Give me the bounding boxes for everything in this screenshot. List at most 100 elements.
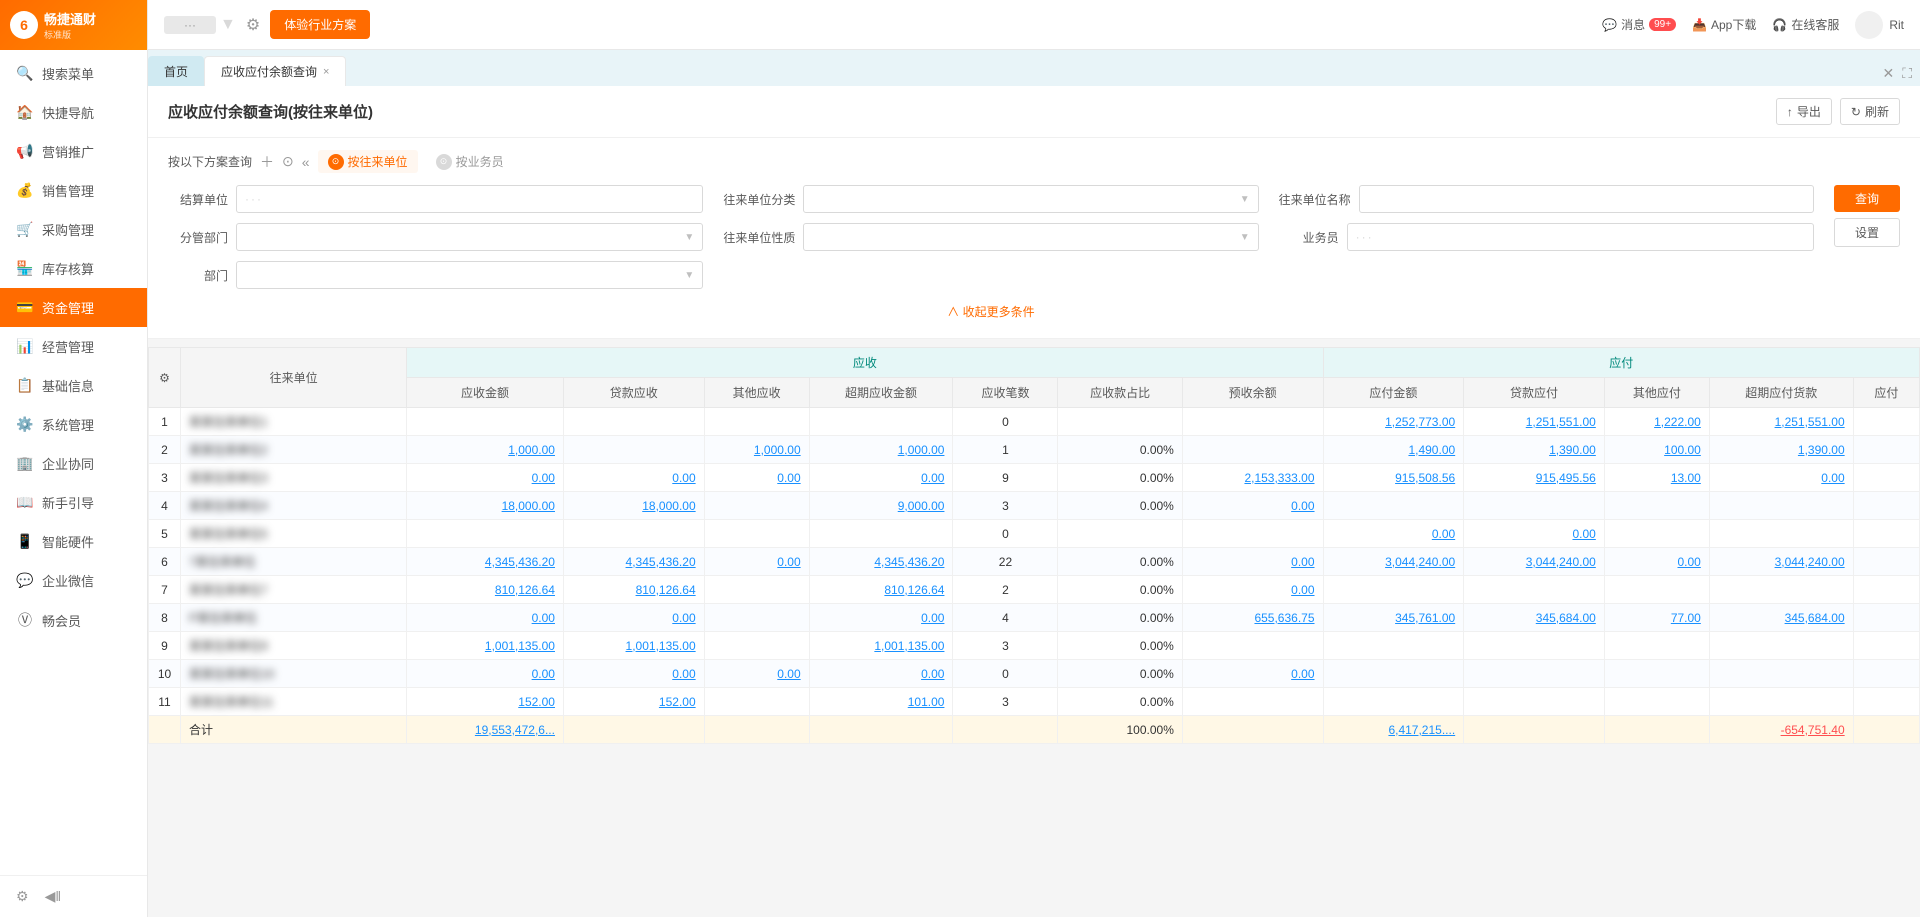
sidebar-label-search: 搜索菜单 <box>42 64 94 83</box>
refresh-button[interactable]: ↻ 刷新 <box>1840 98 1900 125</box>
sidebar-item-marketing[interactable]: 📢 营销推广 <box>0 132 147 171</box>
footer-ap-overdue[interactable]: -654,751.40 <box>1709 716 1853 744</box>
user-area[interactable]: Rit <box>1855 11 1904 39</box>
solution-button[interactable]: 体验行业方案 <box>270 10 370 39</box>
tab-home-label: 首页 <box>164 63 188 80</box>
main-content: 应收应付余额查询(按往来单位) ↑ 导出 ↻ 刷新 按以下方案查询 ＋ ⊙ « … <box>148 86 1920 917</box>
cell-unit: P某往来单位 <box>181 604 407 632</box>
table-footer-row: 合计 19,553,472,6... 100.00% 6,417,215....… <box>149 716 1920 744</box>
table-row: 1某某往来单位101,252,773.001,251,551.001,222.0… <box>149 408 1920 436</box>
unit-category-select[interactable]: ▼ <box>803 185 1258 213</box>
filter-salesperson: 业务员 ··· <box>1279 223 1814 251</box>
export-button[interactable]: ↑ 导出 <box>1776 98 1832 125</box>
salesperson-dots: ··· <box>1356 230 1374 244</box>
footer-ap-other <box>1604 716 1709 744</box>
chevron-down-icon4: ▼ <box>684 270 694 281</box>
scheme-by-unit[interactable]: ⊙ 按往来单位 <box>318 150 418 173</box>
maximize-window-btn[interactable]: ⛶ <box>1902 65 1912 82</box>
tab-home[interactable]: 首页 <box>148 56 204 86</box>
window-controls: ✕ ⛶ <box>1882 65 1920 86</box>
finance-icon: 💳 <box>16 299 34 316</box>
settlement-unit-input[interactable]: ··· <box>236 185 703 213</box>
sidebar-item-basic[interactable]: 📋 基础信息 <box>0 366 147 405</box>
sidebar-label-system: 系统管理 <box>42 415 94 434</box>
breadcrumb: ··· ▼ <box>164 16 236 34</box>
close-window-btn[interactable]: ✕ <box>1882 65 1894 82</box>
sidebar-collapse-btn[interactable]: ◀‖ <box>45 888 62 905</box>
dept-select[interactable]: ▼ <box>236 261 703 289</box>
table-row: 4某某往来单位418,000.0018,000.009,000.0030.00%… <box>149 492 1920 520</box>
marketing-icon: 📢 <box>16 143 34 160</box>
tab-active[interactable]: 应收应付余额查询 × <box>204 56 346 86</box>
th-payable-group: 应付 <box>1323 348 1919 378</box>
sidebar-label-vip: 畅会员 <box>42 611 81 630</box>
sidebar-item-operations[interactable]: 📊 经营管理 <box>0 327 147 366</box>
chevron-down-icon2: ▼ <box>684 232 694 243</box>
filter-settlement-unit: 结算单位 ··· <box>168 185 703 213</box>
footer-ar-overdue <box>809 716 953 744</box>
collapse-icon: ∧ <box>947 305 959 319</box>
th-ar-loan: 贷款应收 <box>563 378 704 408</box>
scheme-label: 按以下方案查询 <box>168 153 252 170</box>
sidebar-item-hardware[interactable]: 📱 智能硬件 <box>0 522 147 561</box>
breadcrumb-text: ··· <box>164 16 216 34</box>
footer-ap-total[interactable]: 6,417,215.... <box>1323 716 1464 744</box>
dept-label: 部门 <box>168 267 228 284</box>
collapse-scheme-btn[interactable]: « <box>302 154 310 170</box>
sidebar-item-inventory[interactable]: 🏪 库存核算 <box>0 249 147 288</box>
sidebar-settings-btn[interactable]: ⚙ <box>16 888 29 905</box>
sidebar-item-vip[interactable]: Ⓥ 畅会员 <box>0 600 147 640</box>
tab-close-icon[interactable]: × <box>323 66 329 78</box>
message-badge: 99+ <box>1649 18 1676 31</box>
message-icon: 💬 <box>1602 18 1617 32</box>
scheme-by-salesperson[interactable]: ⊙ 按业务员 <box>426 150 514 173</box>
edit-scheme-btn[interactable]: ⊙ <box>282 153 294 170</box>
sidebar-item-enterprise[interactable]: 🏢 企业协同 <box>0 444 147 483</box>
sidebar-item-system[interactable]: ⚙️ 系统管理 <box>0 405 147 444</box>
add-scheme-btn[interactable]: ＋ <box>260 152 274 172</box>
sidebar-label-inventory: 库存核算 <box>42 259 94 278</box>
th-receivable-group: 应收 <box>407 348 1323 378</box>
message-btn[interactable]: 💬 消息 99+ <box>1602 16 1676 33</box>
unit-name-input[interactable] <box>1359 185 1814 213</box>
sidebar-item-finance[interactable]: 💳 资金管理 <box>0 288 147 327</box>
salesperson-input[interactable]: ··· <box>1347 223 1814 251</box>
app-download-btn[interactable]: 📥 App下载 <box>1692 16 1756 33</box>
th-ar-overdue: 超期应收金额 <box>809 378 953 408</box>
sidebar-item-sales[interactable]: 💰 销售管理 <box>0 171 147 210</box>
settlement-unit-dots: ··· <box>245 192 263 206</box>
tab-bar: 首页 应收应付余额查询 × ✕ ⛶ <box>148 50 1920 86</box>
th-ap-amount: 应付金额 <box>1323 378 1464 408</box>
table-row: 10某某往来单位100.000.000.000.0000.00%0.00 <box>149 660 1920 688</box>
sidebar: 6 畅捷通财 标准版 🔍 搜索菜单 🏠 快捷导航 📢 营销推广 💰 销售管理 🛒… <box>0 0 148 917</box>
query-button[interactable]: 查询 <box>1834 185 1900 212</box>
sidebar-item-quicknav[interactable]: 🏠 快捷导航 <box>0 93 147 132</box>
sidebar-label-hardware: 智能硬件 <box>42 532 94 551</box>
th-ar-count: 应收笔数 <box>953 378 1058 408</box>
footer-settings-cell <box>149 716 181 744</box>
footer-ar-count <box>953 716 1058 744</box>
data-table: ⚙ 往来单位 应收 应付 应收金额 贷款应收 其他应收 超期应收金额 应收笔数 … <box>148 347 1920 744</box>
table-row: 7某某往来单位7810,126.64810,126.64810,126.6420… <box>149 576 1920 604</box>
collapse-more-btn[interactable]: ∧ 收起更多条件 <box>168 297 1814 326</box>
topbar-settings-icon[interactable]: ⚙ <box>246 15 260 35</box>
online-service-btn[interactable]: 🎧 在线客服 <box>1772 16 1839 33</box>
sidebar-item-search[interactable]: 🔍 搜索菜单 <box>0 54 147 93</box>
guide-icon: 📖 <box>16 494 34 511</box>
filter-area: 按以下方案查询 ＋ ⊙ « ⊙ 按往来单位 ⊙ 按业务员 结算单位 <box>148 138 1920 339</box>
th-ap-col: 应付 <box>1853 378 1919 408</box>
logo-icon: 6 <box>10 11 38 39</box>
cell-unit: 7某往来单位 <box>181 548 407 576</box>
sidebar-item-guide[interactable]: 📖 新手引导 <box>0 483 147 522</box>
th-ar-other: 其他应收 <box>704 378 809 408</box>
th-settings[interactable]: ⚙ <box>149 348 181 408</box>
footer-ap-col <box>1853 716 1919 744</box>
sidebar-item-wechat[interactable]: 💬 企业微信 <box>0 561 147 600</box>
footer-ar-total[interactable]: 19,553,472,6... <box>407 716 564 744</box>
cell-unit: 某某往来单位3 <box>181 464 407 492</box>
download-icon: 📥 <box>1692 18 1707 32</box>
sidebar-item-purchase[interactable]: 🛒 采购管理 <box>0 210 147 249</box>
setting-button[interactable]: 设置 <box>1834 218 1900 247</box>
dept-manager-select[interactable]: ▼ <box>236 223 703 251</box>
unit-nature-select[interactable]: ▼ <box>803 223 1258 251</box>
